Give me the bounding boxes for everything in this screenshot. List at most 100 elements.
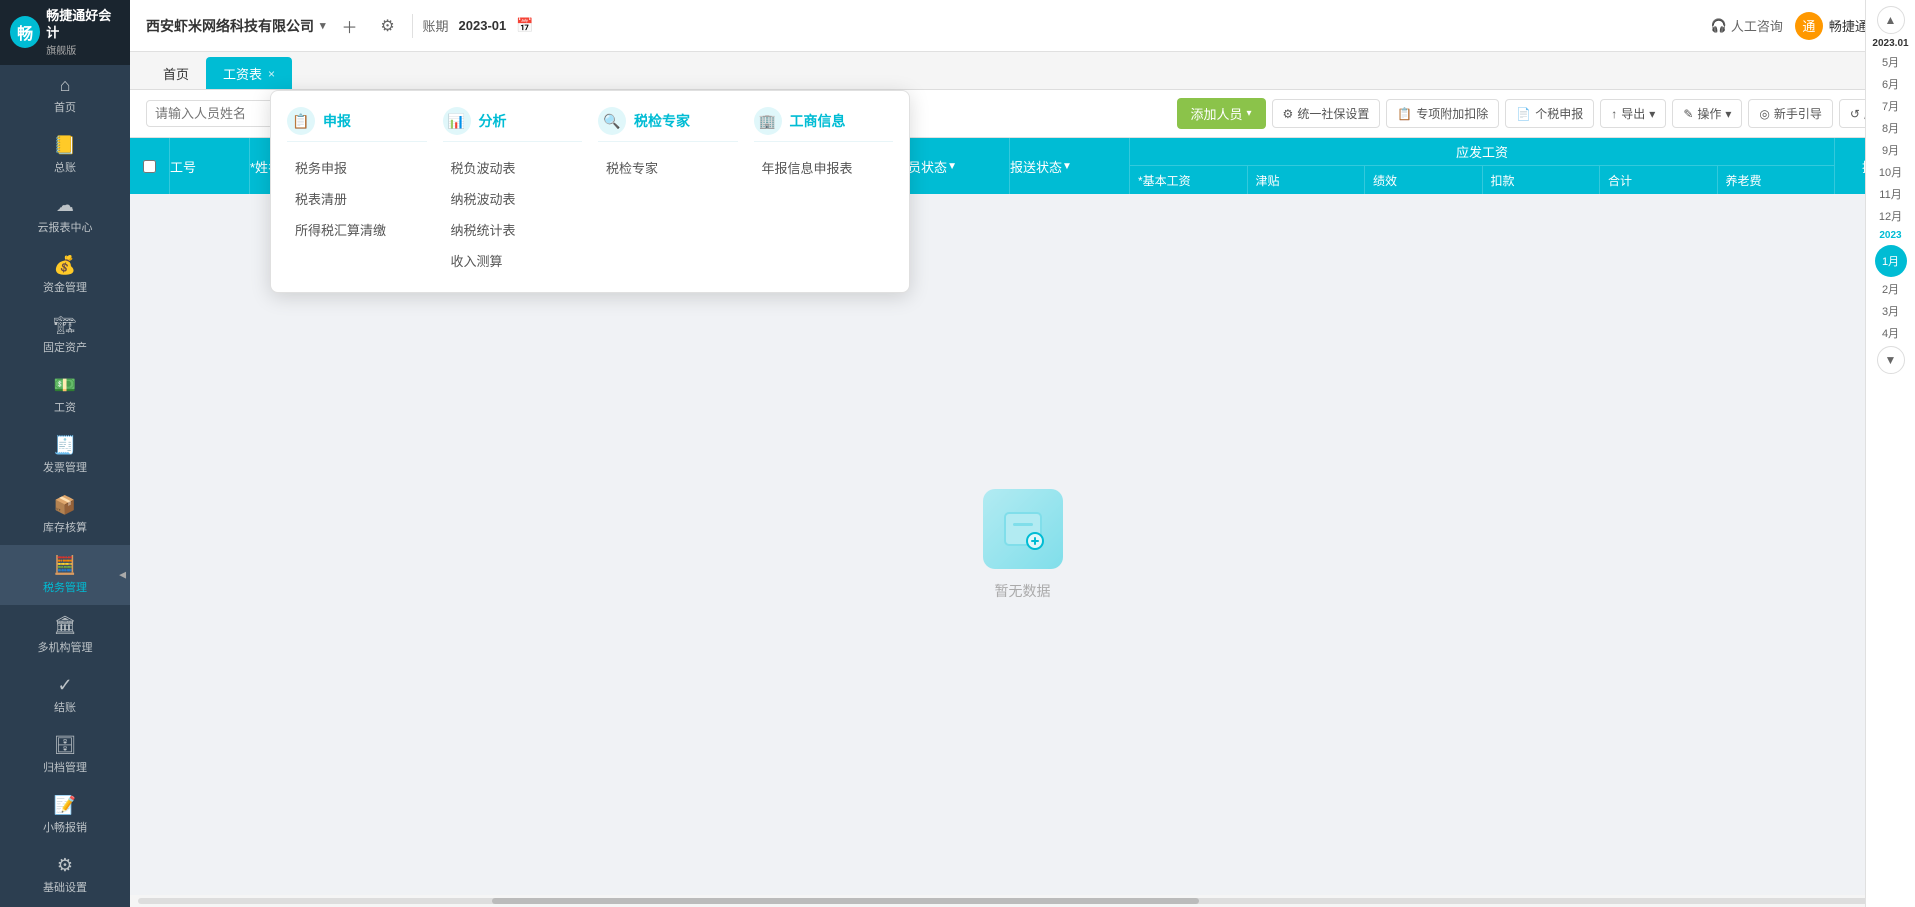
timeline-up-button[interactable]: ▲	[1877, 6, 1905, 34]
scroll-track[interactable]	[138, 898, 1907, 904]
empty-text: 暂无数据	[995, 581, 1051, 601]
sidebar: 畅 畅捷通好会计 旗舰版 ⌂ 首页 📒 总账 ☁ 云报表中心 💰 资金管理 🏗 …	[0, 0, 130, 907]
timeline-month-3[interactable]: 3月	[1869, 300, 1913, 322]
settings-sidebar-icon: ⚙	[57, 855, 73, 876]
timeline-month-12[interactable]: 12月	[1869, 205, 1913, 227]
company-selector[interactable]: 西安虾米网络科技有限公司 ▾	[146, 16, 326, 36]
xiao_report-sidebar-icon: 📝	[54, 795, 76, 816]
user-avatar: 通	[1795, 12, 1823, 40]
menu-item-income-calc[interactable]: 收入测算	[443, 245, 583, 276]
add-dropdown-icon: ▾	[1247, 108, 1252, 119]
timeline-month-4[interactable]: 4月	[1869, 322, 1913, 344]
tab-salary[interactable]: 工资表 ×	[206, 57, 292, 89]
sidebar-item-fund[interactable]: 💰 资金管理	[0, 245, 130, 305]
menu-item-tax-fluctuation[interactable]: 税负波动表	[443, 152, 583, 183]
add-person-button[interactable]: 添加人员 ▾	[1177, 98, 1266, 129]
sidebar-item-home[interactable]: ⌂ 首页	[0, 65, 130, 125]
sidebar-label-ledger: 总账	[54, 159, 76, 175]
sidebar-item-archive[interactable]: 🗄 归档管理	[0, 725, 130, 785]
sidebar-item-inventory[interactable]: 📦 库存核算	[0, 485, 130, 545]
menu-item-tax-filing[interactable]: 税务申报	[287, 152, 427, 183]
logo-icon: 畅	[10, 16, 40, 48]
timeline-down-button[interactable]: ▼	[1877, 346, 1905, 374]
guide-button[interactable]: ◎ 新手引导	[1748, 99, 1833, 128]
sidebar-item-xiao_report[interactable]: 📝 小畅报销	[0, 785, 130, 845]
th-base-salary: *基本工资	[1130, 166, 1248, 194]
section-title-analysis: 📊 分析	[443, 107, 583, 142]
fund-sidebar-icon: 💰	[54, 255, 76, 276]
menu-item-tax-table[interactable]: 税表清册	[287, 183, 427, 214]
timeline-month-10[interactable]: 10月	[1869, 161, 1913, 183]
th-subsidy: 津贴	[1248, 166, 1366, 194]
select-all-checkbox[interactable]	[143, 160, 156, 173]
help-label: 人工咨询	[1731, 16, 1783, 35]
topbar: 西安虾米网络科技有限公司 ▾ ＋ ⚙ 账期 2023-01 📅 🎧 人工咨询 通…	[130, 0, 1915, 52]
sidebar-item-fixed_asset[interactable]: 🏗 固定资产	[0, 305, 130, 365]
timeline-month-5[interactable]: 5月	[1869, 51, 1913, 73]
calendar-icon[interactable]: 📅	[516, 17, 533, 34]
sidebar-label-xiao_report: 小畅报销	[43, 819, 87, 835]
declaration-icon: 📋	[287, 107, 315, 135]
timeline-month-8[interactable]: 8月	[1869, 117, 1913, 139]
invoice-sidebar-icon: 🧾	[54, 435, 76, 456]
payroll-group-header: 应发工资	[1130, 138, 1834, 166]
sidebar-label-tax_mgmt: 税务管理	[43, 579, 87, 595]
menu-item-tax-check[interactable]: 税检专家	[598, 152, 738, 183]
headset-icon: 🎧	[1711, 18, 1727, 34]
th-send-status[interactable]: 报送状态 ▼	[1010, 138, 1130, 194]
sidebar-label-fund: 资金管理	[43, 279, 87, 295]
sidebar-item-invoice[interactable]: 🧾 发票管理	[0, 425, 130, 485]
sidebar-item-ledger[interactable]: 📒 总账	[0, 125, 130, 185]
scroll-thumb[interactable]	[492, 898, 1200, 904]
th-deduct: 扣款	[1483, 166, 1601, 194]
help-button[interactable]: 🎧 人工咨询	[1711, 16, 1783, 35]
section-title-biz-info: 🏢 工商信息	[754, 107, 894, 142]
sidebar-item-multi_org[interactable]: 🏛 多机构管理	[0, 605, 130, 665]
menu-item-tax-wave[interactable]: 纳税波动表	[443, 183, 583, 214]
empty-state: 暂无数据	[130, 194, 1915, 895]
send-filter-icon: ▼	[1062, 161, 1072, 172]
sidebar-item-tax_mgmt[interactable]: 🧮 税务管理	[0, 545, 130, 605]
tax-management-dropdown: 📋 申报 税务申报 税表清册 所得税汇算清缴 📊 分析 税负波动表 纳税波动表 …	[270, 90, 910, 293]
special-deduction-button[interactable]: 📋 专项附加扣除	[1386, 99, 1499, 128]
topbar-divider	[412, 14, 413, 38]
guide-icon: ◎	[1759, 107, 1769, 121]
th-id: 工号	[170, 138, 250, 194]
timeline-month-6[interactable]: 6月	[1869, 73, 1913, 95]
timeline-month-9[interactable]: 9月	[1869, 139, 1913, 161]
refresh-icon: ↺	[1850, 107, 1860, 121]
multi_org-sidebar-icon: 🏛	[54, 615, 77, 636]
timeline-month-2[interactable]: 2月	[1869, 278, 1913, 300]
sidebar-item-settings[interactable]: ⚙ 基础设置	[0, 845, 130, 905]
cloud_report-sidebar-icon: ☁	[56, 195, 74, 216]
social-insurance-button[interactable]: ⚙ 统一社保设置	[1272, 99, 1381, 128]
tab-close-icon[interactable]: ×	[268, 67, 275, 81]
timeline-month-11[interactable]: 11月	[1869, 183, 1913, 205]
export-button[interactable]: ↑ 导出 ▾	[1600, 99, 1666, 128]
operations-button[interactable]: ✎ 操作 ▾	[1672, 99, 1742, 128]
sidebar-item-salary[interactable]: 💵 工资	[0, 365, 130, 425]
sidebar-item-settlement[interactable]: ✓ 结账	[0, 665, 130, 725]
th-checkbox[interactable]	[130, 138, 170, 194]
menu-item-annual-report[interactable]: 年报信息申报表	[754, 152, 894, 183]
menu-item-tax-stats[interactable]: 纳税统计表	[443, 214, 583, 245]
bottom-scrollbar[interactable]	[130, 895, 1915, 907]
biz-info-icon: 🏢	[754, 107, 782, 135]
tax_mgmt-sidebar-icon: 🧮	[54, 555, 76, 576]
sidebar-nav: ⌂ 首页 📒 总账 ☁ 云报表中心 💰 资金管理 🏗 固定资产 💵 工资 🧾 发…	[0, 65, 130, 907]
settings-button[interactable]: ⚙	[374, 12, 402, 40]
tax-filing-button[interactable]: 📄 个税申报	[1505, 99, 1594, 128]
menu-section-tax-expert: 🔍 税检专家 税检专家	[598, 107, 738, 276]
add-company-button[interactable]: ＋	[336, 12, 364, 40]
timeline-month-7[interactable]: 7月	[1869, 95, 1913, 117]
gear-icon: ⚙	[1283, 107, 1294, 121]
menu-item-income-tax-settle[interactable]: 所得税汇算清缴	[287, 214, 427, 245]
sidebar-item-cloud_report[interactable]: ☁ 云报表中心	[0, 185, 130, 245]
tab-home[interactable]: 首页	[146, 57, 206, 89]
doc-icon: 📋	[1397, 107, 1412, 121]
company-name: 西安虾米网络科技有限公司	[146, 16, 314, 36]
timeline-month-1-active[interactable]: 1月	[1875, 245, 1907, 277]
sidebar-label-invoice: 发票管理	[43, 459, 87, 475]
company-dropdown-icon: ▾	[320, 19, 326, 32]
export-icon: ↑	[1611, 107, 1617, 121]
